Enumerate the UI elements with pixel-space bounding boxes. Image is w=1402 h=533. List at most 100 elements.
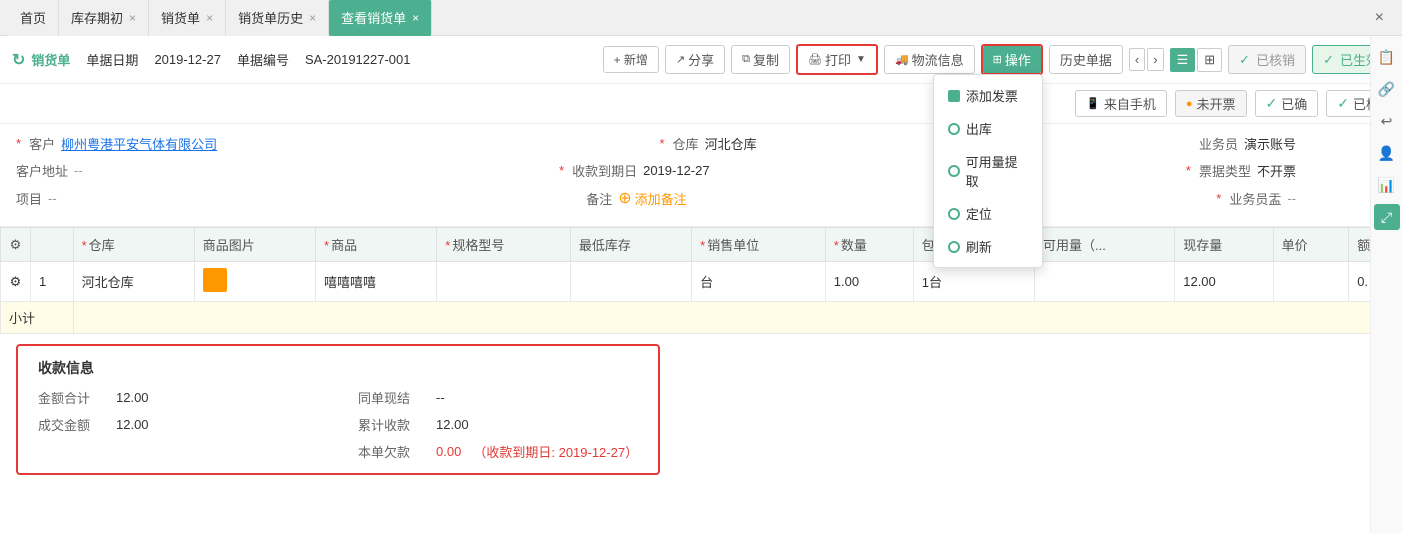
transaction-row: 成交金额 12.00: [38, 415, 318, 434]
row-product: 嘻嘻嘻嘻: [316, 262, 437, 302]
date-value: 2019-12-27: [154, 52, 221, 67]
col-unit-price: 单价: [1273, 228, 1349, 262]
subtotal-label: 小计: [1, 302, 74, 334]
products-table: ⚙ *仓库 商品图片 *商品 *规格型号 最低库存 *销售单位 *数量 包装数量…: [0, 227, 1402, 334]
row-num: 1: [31, 262, 74, 302]
add-invoice-item[interactable]: 添加发票: [934, 79, 1042, 112]
col-spec: *规格型号: [437, 228, 571, 262]
table-header-row: ⚙ *仓库 商品图片 *商品 *规格型号 最低库存 *销售单位 *数量 包装数量…: [1, 228, 1402, 262]
sidebar-icon-clipboard[interactable]: 📋: [1374, 44, 1400, 70]
sidebar-icon-return[interactable]: ↩: [1374, 108, 1400, 134]
sidebar-icon-expand[interactable]: ⤢: [1374, 204, 1400, 230]
locate-icon: [948, 208, 960, 220]
status-sold-button[interactable]: ✓ 已核销: [1228, 45, 1306, 74]
close-inventory-tab[interactable]: ×: [129, 11, 136, 25]
tab-sales-history[interactable]: 销货单历史 ×: [226, 0, 329, 36]
table-row: ⚙ 1 河北仓库 嘻嘻嘻嘻 台 1.00 1台 12.00: [1, 262, 1402, 302]
col-gear: ⚙: [1, 228, 31, 262]
form-row-2: 客户地址 -- * 收款到期日 2019-12-27 * 票据类型 不开票: [16, 161, 1386, 180]
col-product: *商品: [316, 228, 437, 262]
logistics-button[interactable]: 🚚 物流信息: [884, 45, 975, 74]
sidebar-icon-user[interactable]: 👤: [1374, 140, 1400, 166]
staff-field: 业务员 演示账号: [1199, 134, 1296, 153]
same-order-row: 同单现结 --: [358, 388, 638, 407]
form-row-3: 项目 -- 备注 ⊕ 添加备注 * 业务员盂 --: [16, 188, 1386, 208]
operations-highlight: ⊞ 操作: [981, 44, 1043, 75]
history-button[interactable]: 历史单据: [1049, 45, 1123, 74]
doc-header: ↻ 销货单 单据日期 2019-12-27 单据编号 SA-20191227-0…: [0, 36, 1402, 84]
outstanding-row: 本单欠款 0.00 （收款到期日: 2019-12-27）: [358, 442, 638, 461]
col-qty: *数量: [825, 228, 913, 262]
view-list-button[interactable]: ☰: [1170, 48, 1196, 72]
close-sales-tab[interactable]: ×: [206, 11, 213, 25]
subtotal-row: 小计: [1, 302, 1402, 334]
row-stock: 12.00: [1175, 262, 1273, 302]
row-gear[interactable]: ⚙: [1, 262, 31, 302]
warehouse-field: * 仓库 河北仓库: [659, 134, 756, 153]
share-button[interactable]: ↗ 分享: [665, 45, 725, 74]
tab-home[interactable]: 首页: [8, 0, 59, 36]
date-label: 单据日期: [86, 50, 138, 69]
sidebar-icon-chart[interactable]: 📊: [1374, 172, 1400, 198]
tab-sales[interactable]: 销货单 ×: [149, 0, 226, 36]
row-min-stock: [570, 262, 691, 302]
window-close-button[interactable]: ×: [1365, 9, 1394, 27]
col-unit: *销售单位: [692, 228, 826, 262]
available-qty-item[interactable]: 可用量提取: [934, 145, 1042, 197]
add-note-button[interactable]: ⊕ 添加备注: [618, 188, 686, 208]
payment-date-field: * 收款到期日 2019-12-27: [559, 161, 710, 180]
col-min-stock: 最低库存: [570, 228, 691, 262]
outbound-icon: [948, 123, 960, 135]
row-warehouse: 河北仓库: [73, 262, 194, 302]
row-product-img: [194, 262, 315, 302]
staff2-field: * 业务员盂 --: [1216, 189, 1296, 208]
close-history-tab[interactable]: ×: [309, 11, 316, 25]
form-section: * 客户 柳州粤港平安气体有限公司 * 仓库 河北仓库 业务员 演示账号: [0, 124, 1402, 227]
print-button[interactable]: 🖨 打印 ▼: [798, 46, 876, 73]
print-button-highlight: 🖨 打印 ▼: [796, 44, 878, 75]
customer-field: * 客户 柳州粤港平安气体有限公司: [16, 134, 217, 153]
payment-info-box: 收款信息 金额合计 12.00 同单现结 -- 成交金额 12.00: [16, 344, 660, 475]
sidebar-icon-link[interactable]: 🔗: [1374, 76, 1400, 102]
bottom-section: 收款信息 金额合计 12.00 同单现结 -- 成交金额 12.00: [0, 334, 1402, 485]
locate-item[interactable]: 定位: [934, 197, 1042, 230]
number-label: 单据编号: [237, 50, 289, 69]
tab-bar: 首页 库存期初 × 销货单 × 销货单历史 × 查看销货单 × ×: [0, 0, 1402, 36]
not-open-button[interactable]: ● 未开票: [1175, 90, 1247, 117]
sub-action-row: 📱 来自手机 ● 未开票 ✓ 已确 ✓ 已核: [0, 84, 1402, 124]
address-field: 客户地址 --: [16, 161, 83, 180]
project-field: 项目 --: [16, 189, 57, 208]
notes-field: 备注 ⊕ 添加备注: [586, 188, 686, 208]
next-arrow[interactable]: ›: [1147, 48, 1163, 71]
copy-button[interactable]: ⧉ 复制: [731, 45, 790, 74]
from-phone-button[interactable]: 📱 来自手机: [1075, 90, 1167, 117]
ticket-type-field: * 票据类型 不开票: [1186, 161, 1296, 180]
col-product-img: 商品图片: [194, 228, 315, 262]
view-grid-button[interactable]: ⊞: [1197, 48, 1222, 72]
total-amount-row: 金额合计 12.00: [38, 388, 318, 407]
tab-view-sales[interactable]: 查看销货单 ×: [329, 0, 432, 36]
subtotal-values: [73, 302, 1401, 334]
prev-arrow[interactable]: ‹: [1129, 48, 1145, 71]
confirm-button[interactable]: ✓ 已确: [1255, 90, 1319, 117]
doc-meta: 单据日期 2019-12-27 单据编号 SA-20191227-001: [86, 50, 410, 69]
col-num: [31, 228, 74, 262]
new-button[interactable]: + 新增: [603, 46, 659, 73]
operations-button[interactable]: ⊞ 操作: [983, 46, 1041, 73]
tab-inventory[interactable]: 库存期初 ×: [59, 0, 149, 36]
operations-dropdown: 添加发票 出库 可用量提取 定位: [933, 74, 1043, 268]
row-unit-price: [1273, 262, 1349, 302]
header-actions: + 新增 ↗ 分享 ⧉ 复制 🖨 打印 ▼: [603, 44, 1390, 75]
product-image: [203, 268, 227, 292]
col-avail-qty: 可用量（...: [1034, 228, 1174, 262]
payment-title: 收款信息: [38, 358, 638, 378]
right-sidebar: 📋 🔗 ↩ 👤 📊 ⤢: [1370, 36, 1402, 533]
refresh-item[interactable]: 刷新: [934, 230, 1042, 263]
row-qty: 1.00: [825, 262, 913, 302]
row-spec: [437, 262, 571, 302]
table-wrap: ⚙ *仓库 商品图片 *商品 *规格型号 最低库存 *销售单位 *数量 包装数量…: [0, 227, 1402, 334]
form-row-1: * 客户 柳州粤港平安气体有限公司 * 仓库 河北仓库 业务员 演示账号: [16, 134, 1386, 153]
close-view-tab[interactable]: ×: [412, 11, 419, 25]
outbound-item[interactable]: 出库: [934, 112, 1042, 145]
operations-wrap: ⊞ 操作 添加发票 出库: [981, 44, 1043, 75]
